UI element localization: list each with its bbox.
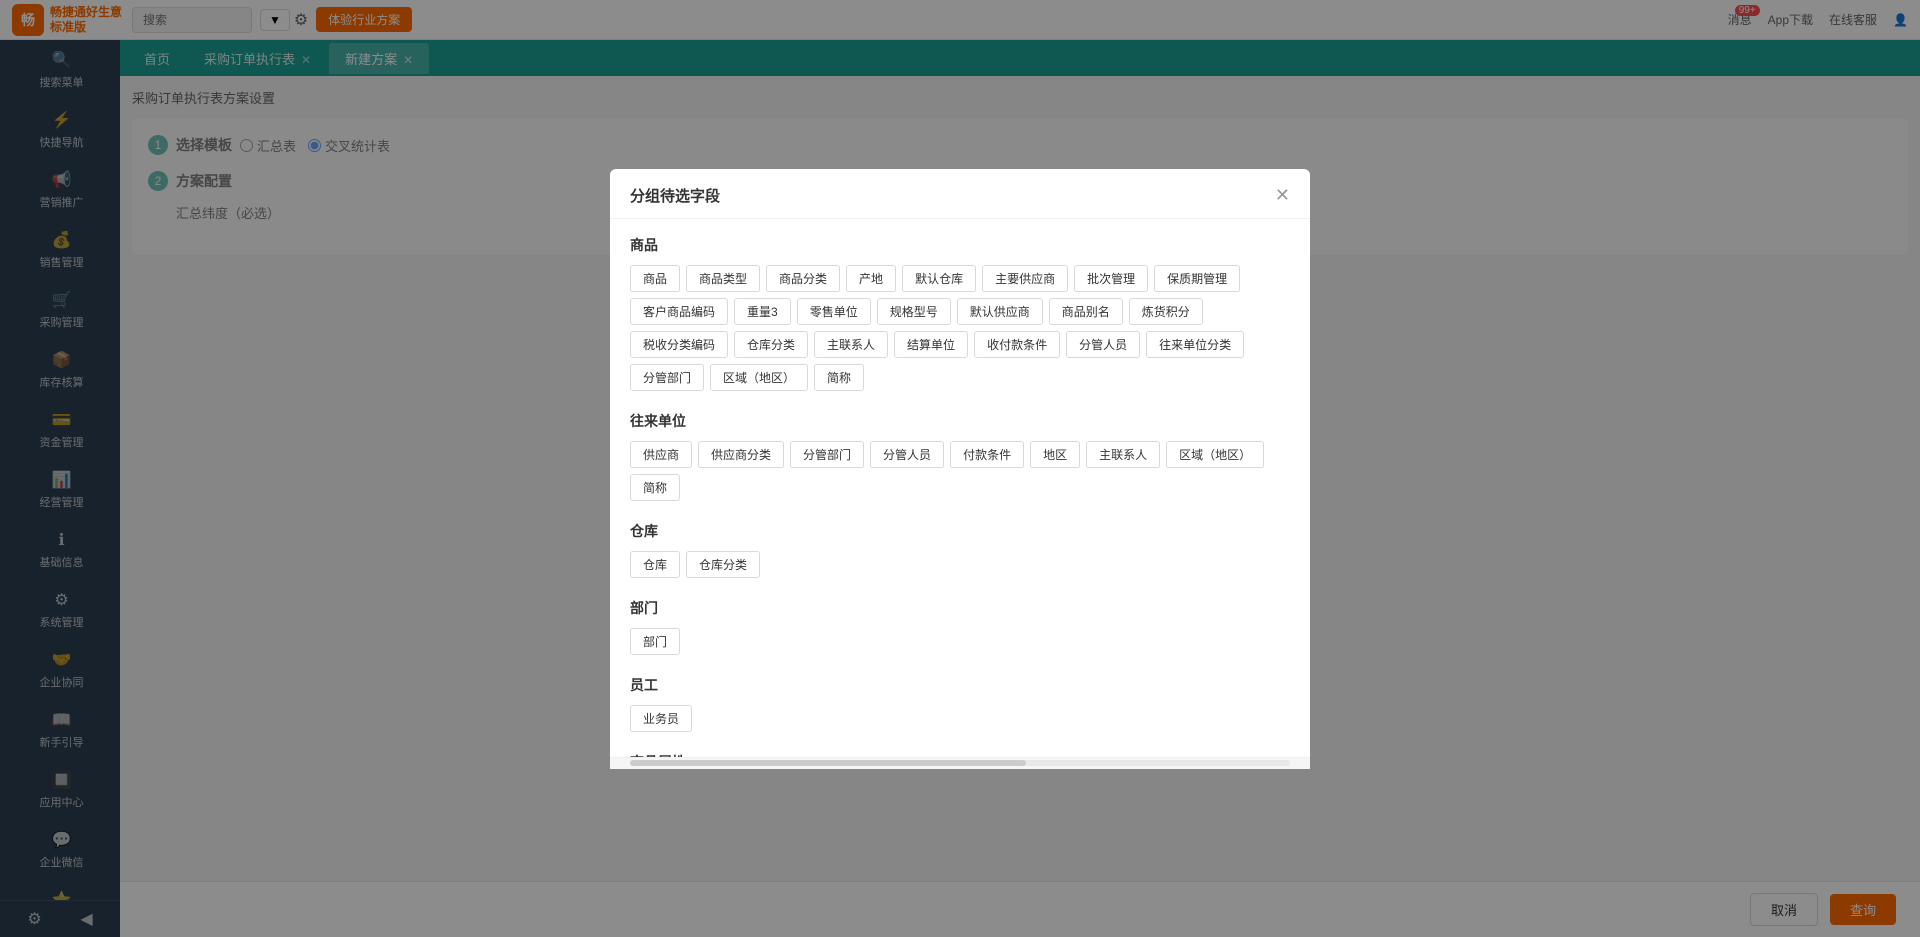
field-tag-2-0[interactable]: 仓库 <box>630 551 680 578</box>
field-tag-1-1[interactable]: 供应商分类 <box>698 441 784 468</box>
field-section-0: 商品商品商品类型商品分类产地默认仓库主要供应商批次管理保质期管理客户商品编码重量… <box>630 235 1290 391</box>
field-tag-0-16[interactable]: 仓库分类 <box>734 331 808 358</box>
field-tag-0-18[interactable]: 结算单位 <box>894 331 968 358</box>
field-tag-1-6[interactable]: 主联系人 <box>1086 441 1160 468</box>
field-tag-0-21[interactable]: 往来单位分类 <box>1146 331 1244 358</box>
modal-title: 分组待选字段 <box>630 185 720 206</box>
field-tag-1-0[interactable]: 供应商 <box>630 441 692 468</box>
field-tag-0-7[interactable]: 保质期管理 <box>1154 265 1240 292</box>
modal-header: 分组待选字段 ✕ <box>610 169 1310 219</box>
field-tags-2: 仓库仓库分类 <box>630 551 1290 578</box>
field-tag-0-20[interactable]: 分管人员 <box>1066 331 1140 358</box>
modal-body: 商品商品商品类型商品分类产地默认仓库主要供应商批次管理保质期管理客户商品编码重量… <box>610 219 1310 757</box>
field-tag-0-14[interactable]: 炼货积分 <box>1129 298 1203 325</box>
field-tag-0-2[interactable]: 商品分类 <box>766 265 840 292</box>
field-tag-0-4[interactable]: 默认仓库 <box>902 265 976 292</box>
field-tag-0-15[interactable]: 税收分类编码 <box>630 331 728 358</box>
field-tag-1-5[interactable]: 地区 <box>1030 441 1080 468</box>
field-tag-0-19[interactable]: 收付款条件 <box>974 331 1060 358</box>
field-tag-1-3[interactable]: 分管人员 <box>870 441 944 468</box>
field-tags-1: 供应商供应商分类分管部门分管人员付款条件地区主联系人区域（地区） 简称 <box>630 441 1290 501</box>
field-tag-0-17[interactable]: 主联系人 <box>814 331 888 358</box>
modal-close-button[interactable]: ✕ <box>1275 186 1290 204</box>
field-tag-2-1[interactable]: 仓库分类 <box>686 551 760 578</box>
field-tag-0-13[interactable]: 商品别名 <box>1049 298 1123 325</box>
field-tags-0: 商品商品类型商品分类产地默认仓库主要供应商批次管理保质期管理客户商品编码重量3零… <box>630 265 1290 391</box>
field-tag-1-7[interactable]: 区域（地区） <box>1166 441 1264 468</box>
field-tag-0-12[interactable]: 默认供应商 <box>957 298 1043 325</box>
field-tag-0-24[interactable]: 简称 <box>814 364 864 391</box>
field-tag-1-2[interactable]: 分管部门 <box>790 441 864 468</box>
field-tag-0-5[interactable]: 主要供应商 <box>982 265 1068 292</box>
field-tag-0-8[interactable]: 客户商品编码 <box>630 298 728 325</box>
field-tags-3: 部门 <box>630 628 1290 655</box>
field-section-4: 员工业务员 <box>630 675 1290 732</box>
modal-dialog: 分组待选字段 ✕ 商品商品商品类型商品分类产地默认仓库主要供应商批次管理保质期管… <box>610 169 1310 769</box>
field-section-1: 往来单位供应商供应商分类分管部门分管人员付款条件地区主联系人区域（地区） 简称 <box>630 411 1290 501</box>
field-tag-0-11[interactable]: 规格型号 <box>877 298 951 325</box>
field-section-title-2: 仓库 <box>630 521 1290 541</box>
field-tag-3-0[interactable]: 部门 <box>630 628 680 655</box>
field-tags-4: 业务员 <box>630 705 1290 732</box>
field-section-2: 仓库仓库仓库分类 <box>630 521 1290 578</box>
field-section-3: 部门部门 <box>630 598 1290 655</box>
modal-scrollbar[interactable] <box>610 757 1310 769</box>
field-tag-0-22[interactable]: 分管部门 <box>630 364 704 391</box>
field-tag-1-8[interactable]: 简称 <box>630 474 680 501</box>
field-tag-0-6[interactable]: 批次管理 <box>1074 265 1148 292</box>
field-tag-4-0[interactable]: 业务员 <box>630 705 692 732</box>
field-tag-0-23[interactable]: 区域（地区） <box>710 364 808 391</box>
field-section-title-1: 往来单位 <box>630 411 1290 431</box>
field-tag-0-9[interactable]: 重量3 <box>734 298 791 325</box>
field-tag-0-1[interactable]: 商品类型 <box>686 265 760 292</box>
field-tag-0-0[interactable]: 商品 <box>630 265 680 292</box>
field-tag-0-10[interactable]: 零售单位 <box>797 298 871 325</box>
modal-overlay: 分组待选字段 ✕ 商品商品商品类型商品分类产地默认仓库主要供应商批次管理保质期管… <box>0 0 1920 937</box>
field-tag-0-3[interactable]: 产地 <box>846 265 896 292</box>
field-section-title-4: 员工 <box>630 675 1290 695</box>
field-tag-1-4[interactable]: 付款条件 <box>950 441 1024 468</box>
field-section-title-3: 部门 <box>630 598 1290 618</box>
field-section-title-0: 商品 <box>630 235 1290 255</box>
